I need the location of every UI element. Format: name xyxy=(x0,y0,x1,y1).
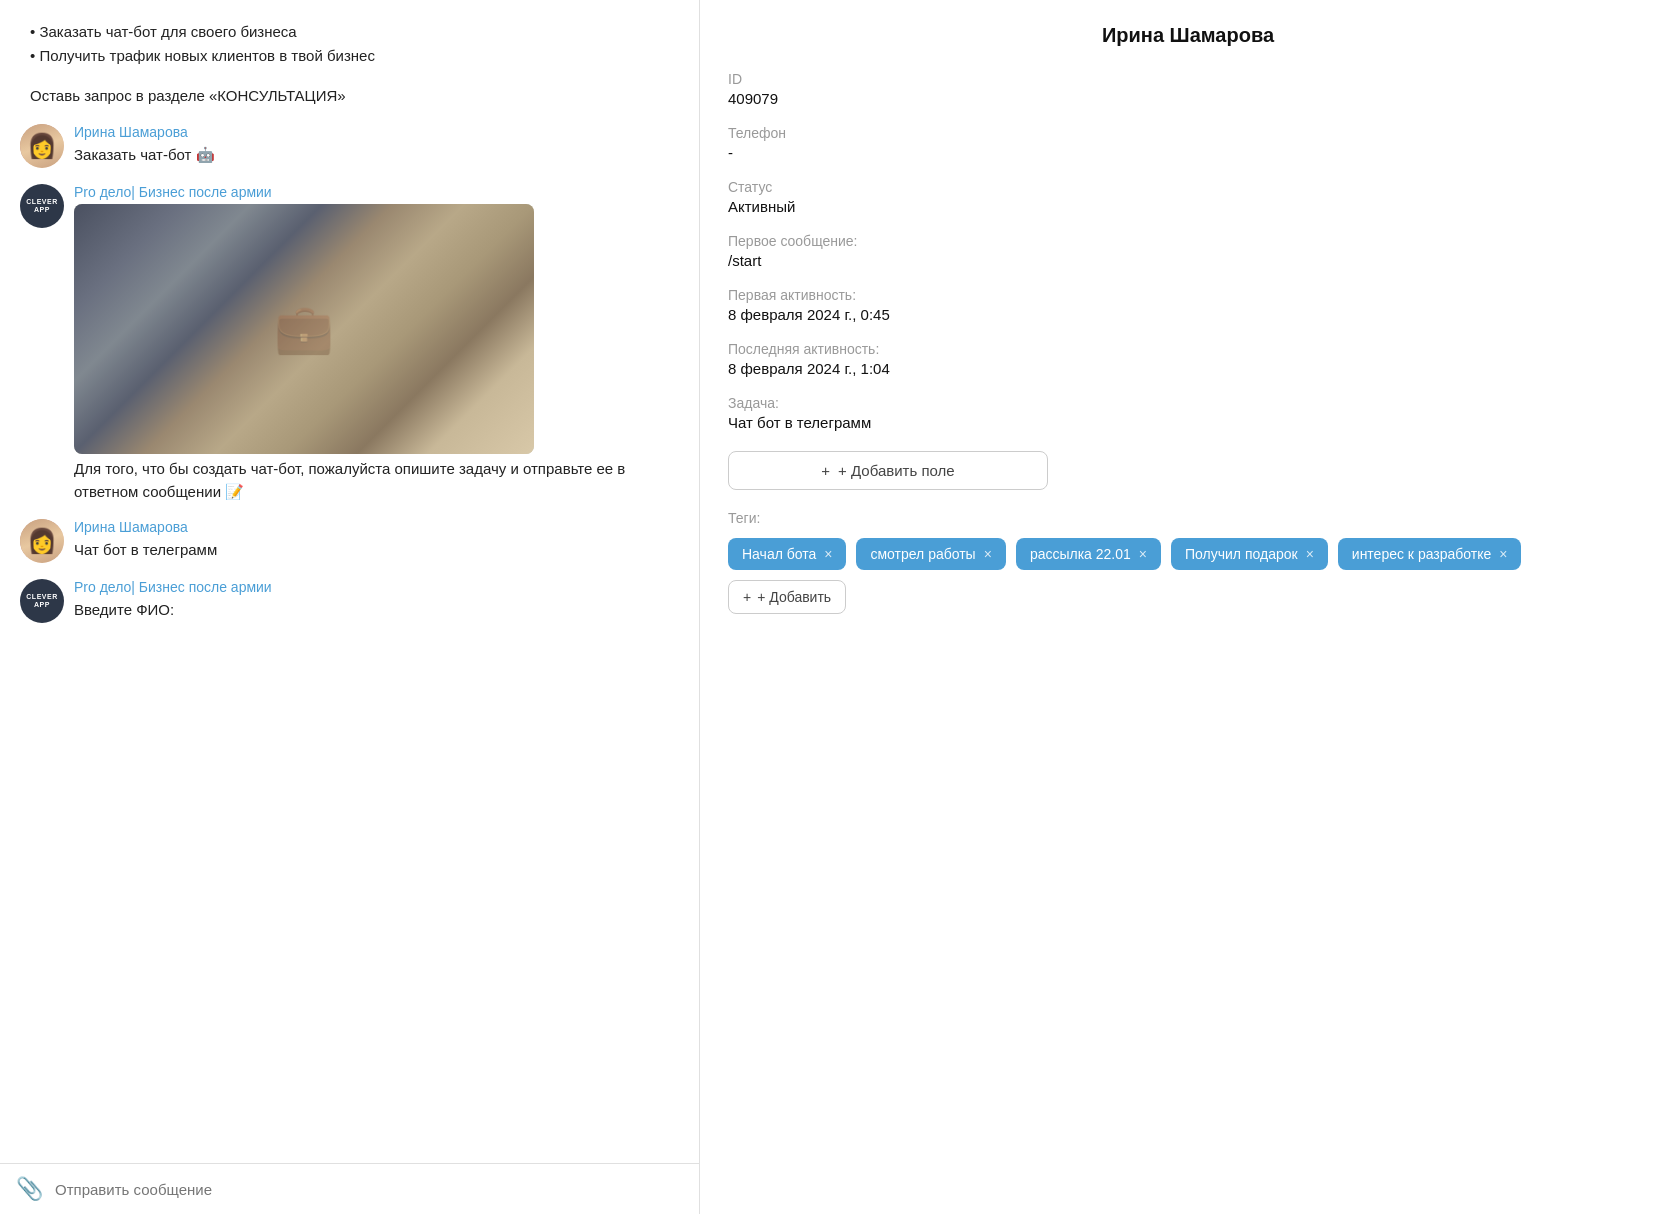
value-first-message: /start xyxy=(728,252,1648,269)
tag-1-close[interactable]: × xyxy=(824,546,832,562)
add-field-button[interactable]: + + Добавить поле xyxy=(728,451,1048,490)
message-content-clever-1: Pro дело| Бизнес после армии Для того, ч… xyxy=(74,184,679,503)
sender-clever-1[interactable]: Pro дело| Бизнес после армии xyxy=(74,184,679,200)
user-name-title: Ирина Шамарова xyxy=(728,24,1648,47)
tag-4: Получил подарок × xyxy=(1171,538,1328,570)
sender-irina-1[interactable]: Ирина Шамарова xyxy=(74,124,679,140)
info-panel: Ирина Шамарова ID 409079 Телефон - Стату… xyxy=(700,0,1676,1214)
label-task: Задача: xyxy=(728,395,1648,411)
text-irina-2: Чат бот в телеграмм xyxy=(74,539,679,562)
sender-irina-2[interactable]: Ирина Шамарова xyxy=(74,519,679,535)
tags-section: Теги: Начал бота × смотрел работы × расс… xyxy=(728,510,1648,614)
text-clever-2: Введите ФИО: xyxy=(74,599,679,622)
tags-container: Начал бота × смотрел работы × рассылка 2… xyxy=(728,538,1648,614)
add-tag-icon: + xyxy=(743,589,751,605)
tag-2-text: смотрел работы xyxy=(870,546,975,562)
info-field-task: Задача: Чат бот в телеграмм xyxy=(728,395,1648,431)
info-field-last-activity: Последняя активность: 8 февраля 2024 г.,… xyxy=(728,341,1648,377)
chat-input-bar: 📎 xyxy=(0,1163,699,1214)
tag-5: интерес к разработке × xyxy=(1338,538,1522,570)
tag-3: рассылка 22.01 × xyxy=(1016,538,1161,570)
tag-2: смотрел работы × xyxy=(856,538,1005,570)
value-status: Активный xyxy=(728,198,1648,215)
consult-text-block: Оставь запрос в разделе «КОНСУЛЬТАЦИЯ» xyxy=(20,84,679,108)
label-last-activity: Последняя активность: xyxy=(728,341,1648,357)
chat-messages-list: • Заказать чат-бот для своего бизнеса • … xyxy=(0,0,699,1163)
message-content-irina-1: Ирина Шамарова Заказать чат-бот 🤖 xyxy=(74,124,679,167)
message-row-clever-1: CLEVER APP Pro дело| Бизнес после армии … xyxy=(20,184,679,503)
tag-2-close[interactable]: × xyxy=(984,546,992,562)
message-row-clever-2: CLEVER APP Pro дело| Бизнес после армии … xyxy=(20,579,679,623)
value-first-activity: 8 февраля 2024 г., 0:45 xyxy=(728,306,1648,323)
value-phone: - xyxy=(728,144,1648,161)
avatar-clever-2: CLEVER APP xyxy=(20,579,64,623)
label-first-activity: Первая активность: xyxy=(728,287,1648,303)
tag-3-close[interactable]: × xyxy=(1139,546,1147,562)
chat-image xyxy=(74,204,534,454)
avatar-irina-1: 👩 xyxy=(20,124,64,168)
tag-5-close[interactable]: × xyxy=(1499,546,1507,562)
info-field-id: ID 409079 xyxy=(728,71,1648,107)
label-phone: Телефон xyxy=(728,125,1648,141)
tag-1: Начал бота × xyxy=(728,538,846,570)
tag-3-text: рассылка 22.01 xyxy=(1030,546,1131,562)
value-task: Чат бот в телеграмм xyxy=(728,414,1648,431)
tag-4-text: Получил подарок xyxy=(1185,546,1298,562)
bullet-line-2: • Получить трафик новых клиентов в твой … xyxy=(30,44,679,68)
sender-clever-2[interactable]: Pro дело| Бизнес после армии xyxy=(74,579,679,595)
bullet-line-1: • Заказать чат-бот для своего бизнеса xyxy=(30,20,679,44)
info-field-phone: Телефон - xyxy=(728,125,1648,161)
add-tag-label: + Добавить xyxy=(757,589,831,605)
info-field-first-message: Первое сообщение: /start xyxy=(728,233,1648,269)
label-status: Статус xyxy=(728,179,1648,195)
avatar-clever-1: CLEVER APP xyxy=(20,184,64,228)
chat-panel: • Заказать чат-бот для своего бизнеса • … xyxy=(0,0,700,1214)
value-last-activity: 8 февраля 2024 г., 1:04 xyxy=(728,360,1648,377)
tag-4-close[interactable]: × xyxy=(1306,546,1314,562)
attach-icon[interactable]: 📎 xyxy=(16,1176,43,1202)
message-content-clever-2: Pro дело| Бизнес после армии Введите ФИО… xyxy=(74,579,679,622)
message-row-irina-1: 👩 Ирина Шамарова Заказать чат-бот 🤖 xyxy=(20,124,679,168)
message-content-irina-2: Ирина Шамарова Чат бот в телеграмм xyxy=(74,519,679,562)
add-field-label: + Добавить поле xyxy=(838,462,955,479)
consult-text: Оставь запрос в разделе «КОНСУЛЬТАЦИЯ» xyxy=(30,84,679,108)
info-field-status: Статус Активный xyxy=(728,179,1648,215)
tag-1-text: Начал бота xyxy=(742,546,816,562)
add-field-icon: + xyxy=(821,462,830,479)
tags-label: Теги: xyxy=(728,510,1648,526)
value-id: 409079 xyxy=(728,90,1648,107)
tag-5-text: интерес к разработке xyxy=(1352,546,1491,562)
chat-input[interactable] xyxy=(55,1181,683,1198)
message-row-irina-2: 👩 Ирина Шамарова Чат бот в телеграмм xyxy=(20,519,679,563)
add-tag-button[interactable]: + + Добавить xyxy=(728,580,846,614)
text-clever-1: Для того, что бы создать чат-бот, пожалу… xyxy=(74,458,679,503)
label-id: ID xyxy=(728,71,1648,87)
bullet-text-block: • Заказать чат-бот для своего бизнеса • … xyxy=(20,20,679,68)
label-first-message: Первое сообщение: xyxy=(728,233,1648,249)
avatar-irina-2: 👩 xyxy=(20,519,64,563)
text-irina-1: Заказать чат-бот 🤖 xyxy=(74,144,679,167)
info-field-first-activity: Первая активность: 8 февраля 2024 г., 0:… xyxy=(728,287,1648,323)
